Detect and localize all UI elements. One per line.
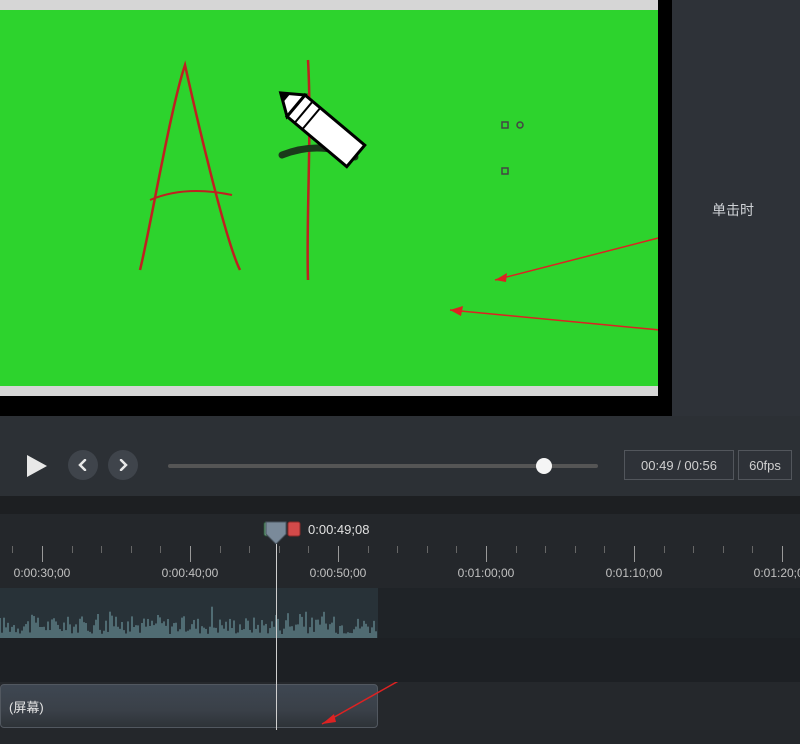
ruler-tick-label: 0:00:30;00 [14,566,71,580]
ruler-tick-major [42,546,43,562]
ruler-tick-minor [575,546,576,553]
ruler-tick-minor [101,546,102,553]
video-track[interactable]: (屏幕) [0,682,800,730]
fps-display[interactable]: 60fps [738,450,792,480]
side-panel: 单击时 [672,0,800,416]
ruler-tick-label: 0:01:00;00 [458,566,515,580]
ruler-tick-label: 0:01:20;00 [754,566,800,580]
ruler-tick-minor [131,546,132,553]
ruler-tick-minor [752,546,753,553]
preview-panel [0,0,672,416]
ruler-tick-major [634,546,635,562]
ruler-tick-minor [249,546,250,553]
ruler-tick-minor [516,546,517,553]
ruler-tick-minor [368,546,369,553]
ruler-tick-major [782,546,783,562]
audio-track[interactable] [0,588,800,638]
ruler-tick-minor [160,546,161,553]
ruler-tick-major [190,546,191,562]
ruler-tick-major [486,546,487,562]
playhead-timecode: 0:00:49;08 [308,522,369,537]
screen-recording-clip[interactable]: (屏幕) [0,684,378,728]
ruler-tick-minor [664,546,665,553]
playback-slider-thumb[interactable] [536,458,552,474]
prev-frame-button[interactable] [68,450,98,480]
ruler-tick-label: 0:00:50;00 [310,566,367,580]
panel-divider [0,496,800,514]
marker-row[interactable]: 0:00:49;08 [0,520,800,544]
empty-track[interactable] [0,638,800,682]
ruler-tick-minor [397,546,398,553]
ruler-tick-label: 0:00:40;00 [162,566,219,580]
ruler-tick-minor [308,546,309,553]
next-frame-button[interactable] [108,450,138,480]
ruler-tick-minor [220,546,221,553]
side-hint-text: 单击时 [712,200,754,220]
playhead[interactable] [276,544,277,730]
ruler-tick-minor [723,546,724,553]
preview-drawing [0,10,658,386]
ruler-tick-minor [72,546,73,553]
playback-controls: 00:49 / 00:56 60fps [0,416,800,496]
play-button[interactable] [16,446,56,486]
ruler-tick-minor [545,546,546,553]
ruler-tick-minor [693,546,694,553]
ruler-tick-major [338,546,339,562]
timeline-panel: 0:00:49;08 0:00:30;00 0:00:40;00 0:00:50;0… [0,514,800,744]
ruler-tick-minor [604,546,605,553]
ruler-tick-minor [456,546,457,553]
playback-slider[interactable] [168,464,598,468]
ruler-tick-minor [279,546,280,553]
clip-label: (屏幕) [9,697,44,716]
letterbox-bottom [0,386,658,396]
ruler-tick-minor [427,546,428,553]
preview-canvas[interactable] [0,10,658,386]
time-display: 00:49 / 00:56 [624,450,734,480]
timeline-ruler[interactable]: 0:00:30;00 0:00:40;00 0:00:50;00 0:01:00;00… [0,546,800,586]
letterbox-top [0,0,658,10]
ruler-tick-label: 0:01:10;00 [606,566,663,580]
